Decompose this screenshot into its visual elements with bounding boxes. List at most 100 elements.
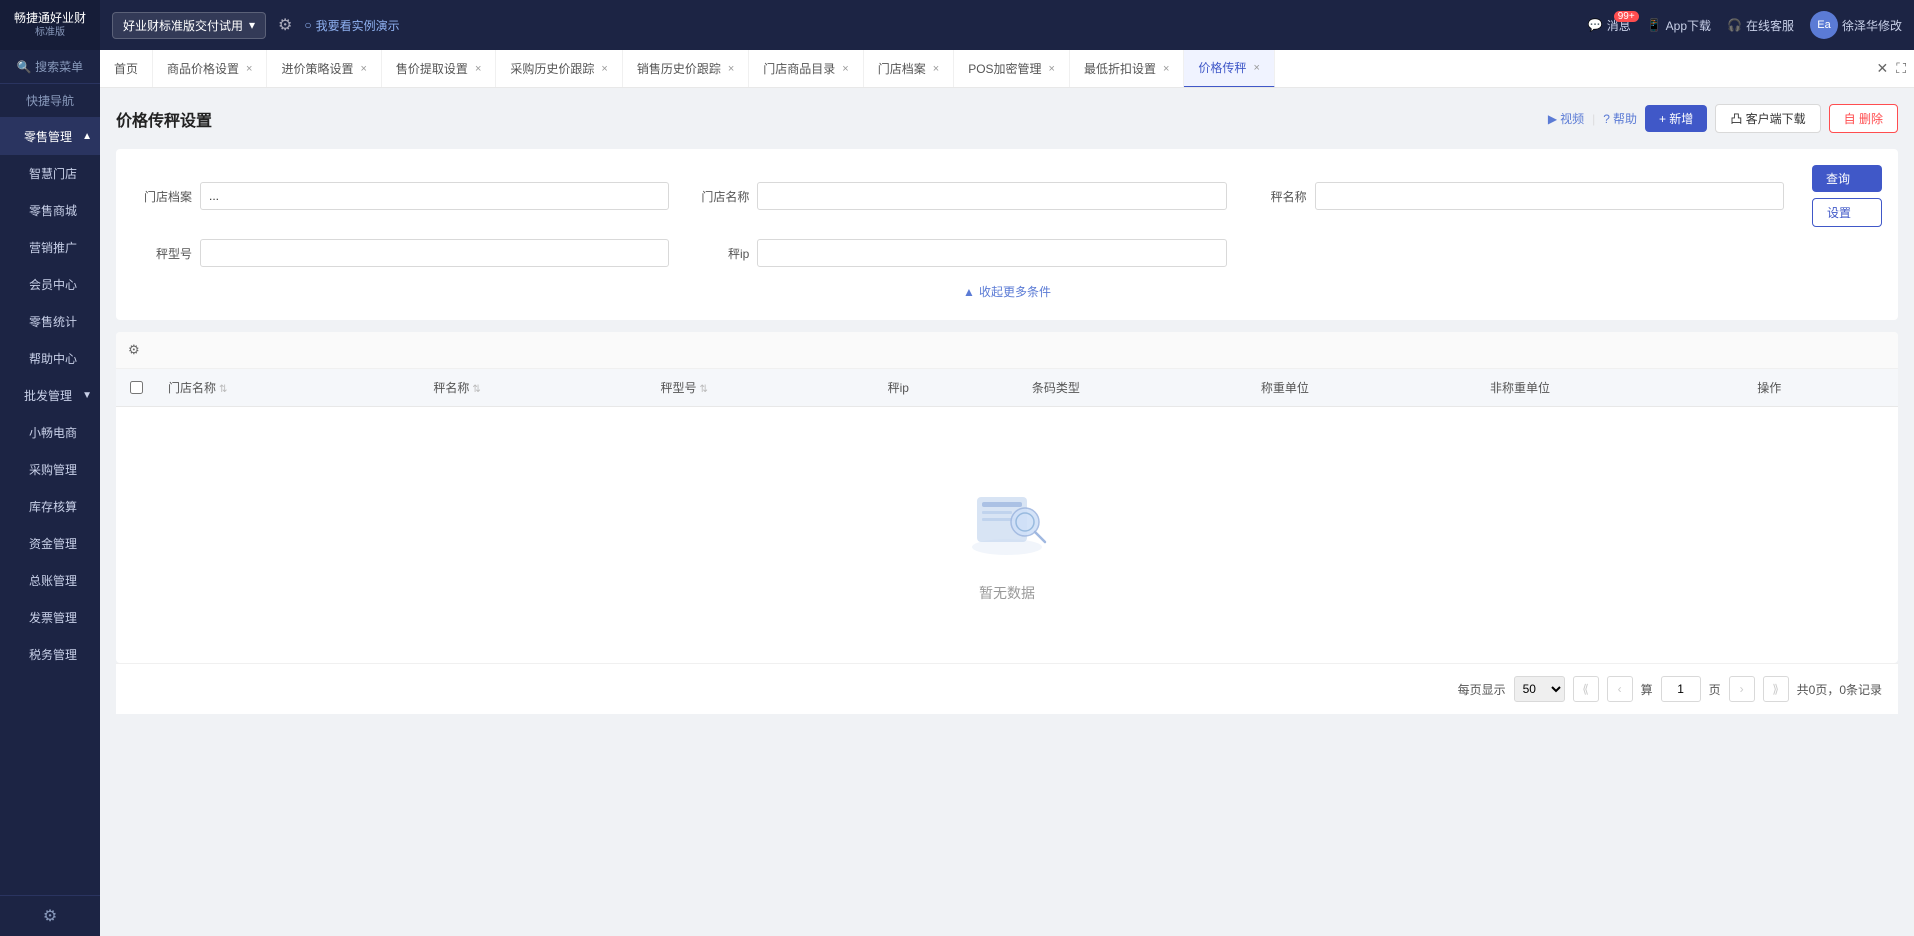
page-header: 价格传秤设置 ▶ 视频 | ? 帮助 + 新增 凸 客户端下载 自 删除 xyxy=(116,104,1898,133)
sidebar-item-2[interactable]: 零售商城 xyxy=(0,192,100,229)
tab-3[interactable]: 售价提取设置 × xyxy=(382,50,496,88)
phone-icon: 📱 xyxy=(1647,18,1662,32)
scale-model-input[interactable] xyxy=(200,239,669,267)
sidebar-item-label-8: 小畅电商 xyxy=(14,424,92,441)
store-file-dots: ... xyxy=(209,189,219,203)
tab-label-4: 采购历史价跟踪 xyxy=(510,60,594,77)
scale-name-input[interactable] xyxy=(1315,182,1784,210)
page-suffix: 页 xyxy=(1709,681,1721,698)
tab-label-7: 门店档案 xyxy=(878,60,926,77)
version-selector[interactable]: 好业财标准版交付试用 ▾ xyxy=(112,12,266,39)
scale-ip-input[interactable] xyxy=(757,239,1226,267)
sidebar-item-13[interactable]: 发票管理 xyxy=(0,599,100,636)
sidebar-item-3[interactable]: 营销推广 xyxy=(0,229,100,266)
collapse-button[interactable]: ▲ 收起更多条件 xyxy=(132,279,1882,304)
tab-2[interactable]: 进价策略设置 × xyxy=(267,50,381,88)
tab-9[interactable]: 最低折扣设置× xyxy=(1070,50,1184,88)
tab-6[interactable]: 门店商品目录× xyxy=(749,50,863,88)
settings-icon[interactable]: ⚙ xyxy=(43,908,57,925)
per-page-select[interactable]: 50 10 20 100 xyxy=(1514,676,1565,702)
sidebar-logo: 畅捷通好业财 标准版 xyxy=(0,0,100,50)
sidebar-item-7[interactable]: 批发管理▼ xyxy=(0,377,100,414)
table-settings-icon[interactable]: ⚙ xyxy=(128,342,140,358)
store-file-selector[interactable]: ... xyxy=(200,182,669,210)
tab-10[interactable]: 价格传秤× xyxy=(1184,50,1274,88)
empty-text: 暂无数据 xyxy=(979,583,1035,603)
app-download-btn[interactable]: 📱 App下载 xyxy=(1647,17,1711,34)
sidebar-item-label-13: 发票管理 xyxy=(14,609,92,626)
settings-icon[interactable]: ⚙ xyxy=(278,15,292,35)
prev-page-btn[interactable]: ‹ xyxy=(1607,676,1633,702)
tab-label-2: 进价策略设置 xyxy=(281,60,353,77)
sidebar-items: 零售管理▲智慧门店零售商城营销推广会员中心零售统计帮助中心批发管理▼ 小畅电商采购… xyxy=(0,118,100,673)
col-label-3: 秤ip xyxy=(888,381,909,395)
tab-close-7[interactable]: × xyxy=(933,63,939,75)
help-link[interactable]: ? 帮助 xyxy=(1603,110,1637,127)
video-link[interactable]: ▶ 视频 xyxy=(1548,110,1584,127)
download-button[interactable]: 凸 客户端下载 xyxy=(1715,104,1820,133)
sidebar-search[interactable]: 🔍 搜索菜单 xyxy=(0,50,100,84)
tab-4[interactable]: 采购历史价跟踪 × xyxy=(496,50,622,88)
sidebar-item-10[interactable]: 库存核算 xyxy=(0,488,100,525)
sidebar-item-4[interactable]: 会员中心 xyxy=(0,266,100,303)
tab-0[interactable]: 首页 xyxy=(100,50,153,88)
select-all-checkbox[interactable] xyxy=(130,381,143,394)
tab-close-4[interactable]: × xyxy=(601,63,607,75)
tab-close-6[interactable]: × xyxy=(842,63,848,75)
sidebar-item-14[interactable]: 税务管理 xyxy=(0,636,100,673)
tab-close-10[interactable]: × xyxy=(1253,62,1259,74)
tab-8[interactable]: POS加密管理× xyxy=(954,50,1070,88)
tab-label-3: 售价提取设置 xyxy=(396,60,468,77)
sidebar-item-12[interactable]: 总账管理 xyxy=(0,562,100,599)
col-store_name[interactable]: 门店名称⇅ xyxy=(156,369,421,407)
sidebar-item-11[interactable]: 资金管理 xyxy=(0,525,100,562)
col-checkbox xyxy=(116,369,156,407)
query-button[interactable]: 查询 xyxy=(1812,165,1882,192)
tabs-close-icon[interactable]: ✕ xyxy=(1876,60,1888,77)
tab-5[interactable]: 销售历史价跟踪× xyxy=(623,50,749,88)
online-service-btn[interactable]: 🎧 在线客服 xyxy=(1727,17,1794,34)
col-action: 操作 xyxy=(1745,369,1898,407)
tab-close-5[interactable]: × xyxy=(728,63,734,75)
sidebar-bottom[interactable]: ⚙ xyxy=(0,895,100,936)
filter-row-2: 秤型号 秤ip xyxy=(132,239,1882,267)
settings-button[interactable]: 设置 xyxy=(1812,198,1882,227)
message-btn[interactable]: 💬 消息 99+ xyxy=(1588,17,1631,34)
page-input[interactable] xyxy=(1661,676,1701,702)
last-page-btn[interactable]: ⟫ xyxy=(1763,676,1789,702)
tabs-maximize-icon[interactable]: ⛶ xyxy=(1896,60,1906,77)
add-button[interactable]: + 新增 xyxy=(1645,105,1707,132)
data-table: 门店名称⇅秤名称⇅秤型号⇅秤ip条码类型称重单位非称重单位操作 xyxy=(116,369,1898,407)
col-label-5: 称重单位 xyxy=(1261,381,1309,395)
col-scale_model[interactable]: 秤型号⇅ xyxy=(648,369,875,407)
sidebar-item-9[interactable]: 采购管理 xyxy=(0,451,100,488)
tab-close-3[interactable]: × xyxy=(475,63,481,75)
sort-icon-0: ⇅ xyxy=(219,384,227,395)
tab-close-1[interactable]: × xyxy=(246,63,252,75)
message-icon: 💬 xyxy=(1588,18,1603,32)
sidebar-item-8[interactable]: 小畅电商 xyxy=(0,414,100,451)
tab-close-9[interactable]: × xyxy=(1163,63,1169,75)
next-page-btn[interactable]: › xyxy=(1729,676,1755,702)
page-content: 价格传秤设置 ▶ 视频 | ? 帮助 + 新增 凸 客户端下载 自 删除 xyxy=(100,88,1914,936)
tab-7[interactable]: 门店档案 × xyxy=(864,50,954,88)
sidebar-item-0[interactable]: 零售管理▲ xyxy=(0,118,100,155)
tab-close-8[interactable]: × xyxy=(1049,63,1055,75)
demo-btn[interactable]: ○ 我要看实例演示 xyxy=(304,17,399,34)
quick-nav[interactable]: 快捷导航 xyxy=(0,84,100,118)
sidebar-item-6[interactable]: 帮助中心 xyxy=(0,340,100,377)
col-label-7: 操作 xyxy=(1757,381,1781,395)
sidebar-arrow-7: ▼ xyxy=(82,390,92,401)
filter-scale-model: 秤型号 xyxy=(132,239,669,267)
filter-area: 门店档案 ... 门店名称 秤名称 查询 设置 xyxy=(116,149,1898,320)
sidebar-item-label-11: 资金管理 xyxy=(14,535,92,552)
store-name-input[interactable] xyxy=(757,182,1226,210)
user-menu[interactable]: Ea 徐泽华修改 xyxy=(1810,11,1902,39)
sidebar-item-5[interactable]: 零售统计 xyxy=(0,303,100,340)
col-scale_name[interactable]: 秤名称⇅ xyxy=(421,369,648,407)
delete-button[interactable]: 自 删除 xyxy=(1829,104,1898,133)
sidebar-item-1[interactable]: 智慧门店 xyxy=(0,155,100,192)
tab-1[interactable]: 商品价格设置× xyxy=(153,50,267,88)
first-page-btn[interactable]: ⟪ xyxy=(1573,676,1599,702)
tab-close-2[interactable]: × xyxy=(360,63,366,75)
